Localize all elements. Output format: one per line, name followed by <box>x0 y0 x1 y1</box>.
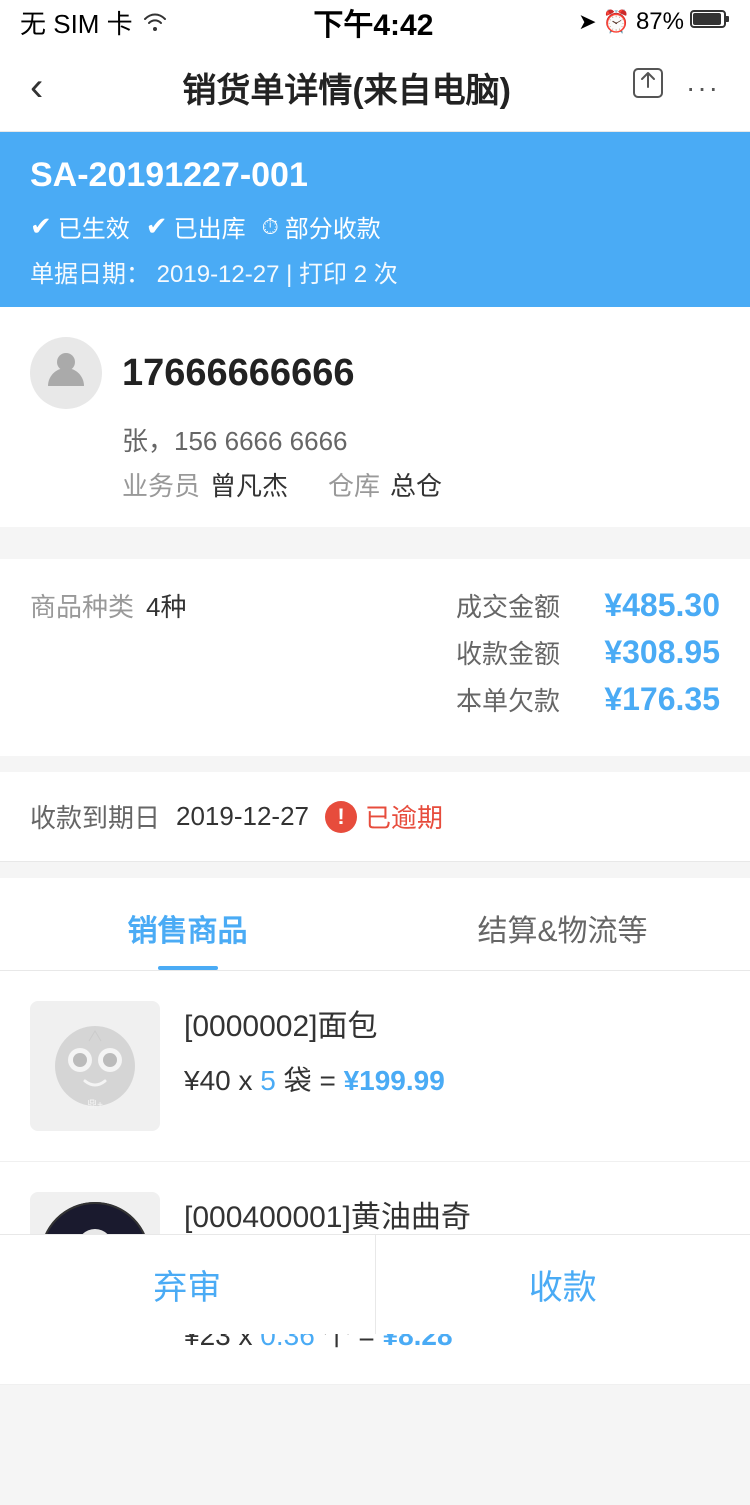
product-type-item: 商品种类 4种 <box>30 587 186 624</box>
divider-1 <box>0 543 750 559</box>
tab-sales-products[interactable]: 销售商品 <box>0 878 375 970</box>
overdue-badge: ! 已逾期 <box>325 798 443 835</box>
separator: | <box>286 261 299 288</box>
warehouse-label: 仓库 <box>328 466 380 503</box>
summary-right: 成交金额 ¥485.30 收款金额 ¥308.95 本单欠款 ¥176.35 <box>456 587 720 728</box>
amount-row: 成交金额 ¥485.30 <box>456 587 720 624</box>
check-icon-2: ✔ <box>146 211 168 242</box>
badge-partial-payment: ⏱ 部分收款 <box>262 209 381 244</box>
product-info-1: [0000002]面包 ¥40 x 5 袋 = ¥199.99 <box>184 1001 720 1099</box>
print-label: 打印 <box>299 261 347 288</box>
total-1: ¥199.99 <box>344 1065 445 1096</box>
order-id-row: SA-20191227-001 <box>30 156 720 195</box>
customer-row: 17666666666 <box>30 337 720 409</box>
due-label: 收款到期日 <box>30 798 160 835</box>
clock-icon: ⏱ <box>262 214 279 240</box>
cancel-review-button[interactable]: 弃审 <box>0 1235 376 1334</box>
due-date-value: 2019-12-27 <box>176 801 309 832</box>
multiply-1: x <box>239 1065 261 1096</box>
received-row: 收款金额 ¥308.95 <box>456 634 720 671</box>
carrier-text: 无 SIM 卡 <box>20 4 133 41</box>
order-header-banner: SA-20191227-001 ✔ 已生效 ✔ 已出库 ⏱ 部分收款 单据日期：… <box>0 132 750 307</box>
type-value: 4种 <box>146 587 186 624</box>
print-count: 2 <box>354 261 367 288</box>
bottom-actions: 弃审 收款 <box>0 1234 750 1334</box>
product-name-2: [000400001]黄油曲奇 <box>184 1192 720 1236</box>
avatar <box>30 337 102 409</box>
badge-activated: ✔ 已生效 <box>30 209 130 244</box>
due-date-section: 收款到期日 2019-12-27 ! 已逾期 <box>0 772 750 862</box>
received-label: 收款金额 <box>456 634 560 671</box>
status-right: ➤ ⏰ 87% <box>578 8 730 37</box>
share-button[interactable] <box>630 65 666 110</box>
check-icon-1: ✔ <box>30 211 52 242</box>
collect-payment-button[interactable]: 收款 <box>376 1235 750 1334</box>
customer-name-phone: 张，156 6666 6666 <box>30 421 720 458</box>
owed-label: 本单欠款 <box>456 681 560 718</box>
staff-name: 曾凡杰 <box>210 466 288 503</box>
nav-actions: ··· <box>630 65 720 110</box>
amount-label: 成交金额 <box>456 587 560 624</box>
customer-phone: 17666666666 <box>122 352 354 395</box>
status-bar: 无 SIM 卡 下午4:42 ➤ ⏰ 87% <box>0 0 750 44</box>
battery-icon <box>690 8 730 37</box>
warehouse-name: 总仓 <box>390 466 442 503</box>
wifi-icon <box>141 7 169 38</box>
badge-delivered: ✔ 已出库 <box>146 209 246 244</box>
staff-warehouse-row: 业务员 曾凡杰 仓库 总仓 <box>30 466 720 503</box>
order-date-row: 单据日期： 2019-12-27 | 打印 2 次 <box>30 254 720 289</box>
date-label: 单据日期： <box>30 261 150 288</box>
summary-left: 商品种类 4种 <box>30 587 186 624</box>
overdue-warning-icon: ! <box>325 801 357 833</box>
tab-settlement[interactable]: 结算&物流等 <box>375 878 750 970</box>
equals-1: = <box>319 1065 343 1096</box>
summary-row: 商品种类 4种 成交金额 ¥485.30 收款金额 ¥308.95 本单欠款 ¥… <box>30 587 720 728</box>
order-id: SA-20191227-001 <box>30 156 308 195</box>
svg-text:鼎+: 鼎+ <box>87 1099 103 1111</box>
battery-text: 87% <box>636 8 684 36</box>
product-name-1: [0000002]面包 <box>184 1001 720 1045</box>
nav-bar: ‹ 销货单详情(来自电脑) ··· <box>0 44 750 132</box>
unit-1: 袋 <box>284 1065 312 1096</box>
overdue-text: 已逾期 <box>365 798 443 835</box>
warehouse-item: 仓库 总仓 <box>328 466 442 503</box>
type-label: 商品种类 <box>30 587 134 624</box>
divider-2 <box>0 862 750 878</box>
alarm-icon: ⏰ <box>603 9 630 35</box>
owed-row: 本单欠款 ¥176.35 <box>456 681 720 718</box>
status-time: 下午4:42 <box>313 0 433 44</box>
location-icon: ➤ <box>578 9 596 35</box>
product-thumbnail-1: 鼎+ <box>30 1001 160 1131</box>
customer-section: 17666666666 张，156 6666 6666 业务员 曾凡杰 仓库 总… <box>0 307 750 527</box>
tabs-section: 销售商品 结算&物流等 <box>0 878 750 971</box>
owed-value: ¥176.35 <box>580 681 720 718</box>
bottom-spacer <box>0 1385 750 1505</box>
summary-section: 商品种类 4种 成交金额 ¥485.30 收款金额 ¥308.95 本单欠款 ¥… <box>0 559 750 756</box>
staff-item: 业务员 曾凡杰 <box>122 466 288 503</box>
product-price-1: ¥40 x 5 袋 = ¥199.99 <box>184 1059 720 1099</box>
person-icon <box>44 346 88 401</box>
amount-value: ¥485.30 <box>580 587 720 624</box>
print-unit: 次 <box>374 261 398 288</box>
page-title: 销货单详情(来自电脑) <box>63 63 630 112</box>
staff-label: 业务员 <box>122 466 200 503</box>
order-badges: ✔ 已生效 ✔ 已出库 ⏱ 部分收款 <box>30 209 720 244</box>
qty-1: 5 <box>260 1065 276 1096</box>
order-date: 2019-12-27 <box>157 261 280 288</box>
received-value: ¥308.95 <box>580 634 720 671</box>
back-button[interactable]: ‹ <box>30 65 63 110</box>
status-left: 无 SIM 卡 <box>20 4 169 41</box>
more-button[interactable]: ··· <box>686 72 720 104</box>
product-item-1: 鼎+ [0000002]面包 ¥40 x 5 袋 = ¥199.99 <box>0 971 750 1162</box>
price-base-1: ¥40 <box>184 1065 231 1096</box>
